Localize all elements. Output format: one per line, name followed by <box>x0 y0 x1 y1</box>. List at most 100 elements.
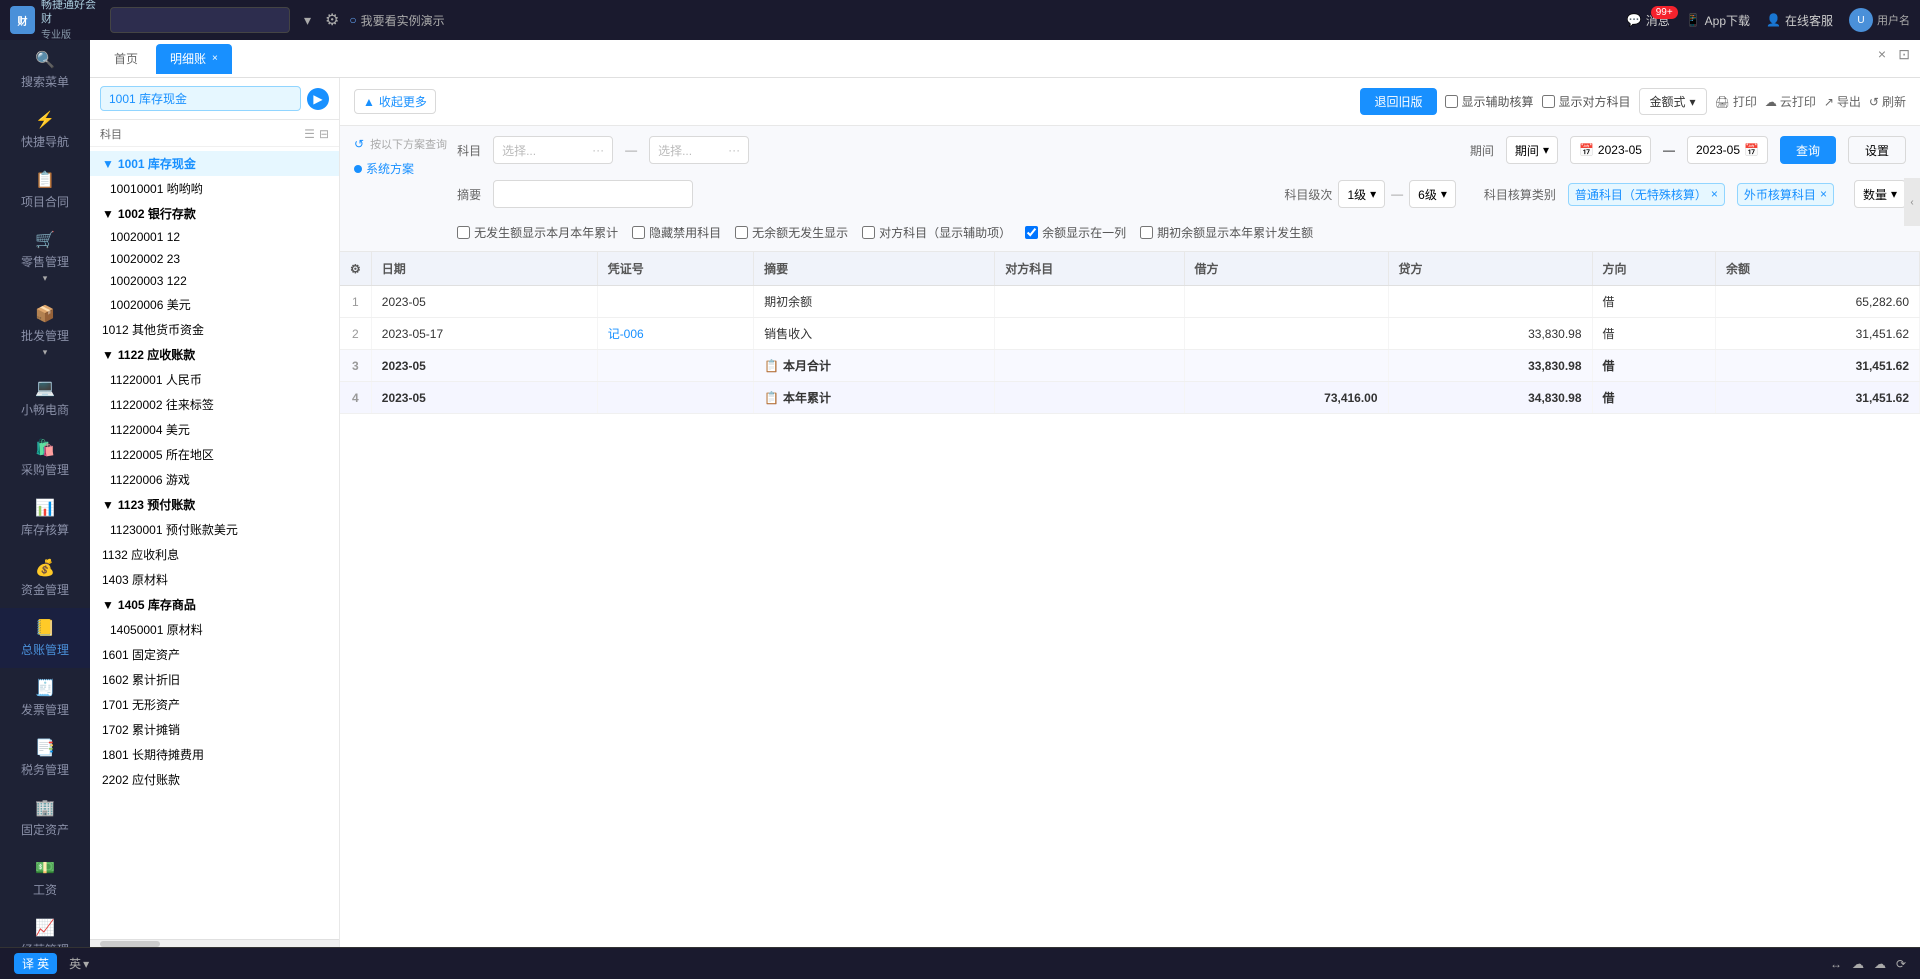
filter-option-no-balance[interactable]: 无发生额显示本月本年累计 <box>457 224 618 241</box>
quantity-select[interactable]: 数量 ▾ <box>1854 180 1906 208</box>
tree-list-view-btn[interactable]: ☰ <box>304 127 315 141</box>
sidebar-item-project[interactable]: 📋 项目合同 <box>0 160 90 220</box>
translate-btn[interactable]: 译 英 <box>14 953 57 974</box>
level-start-select[interactable]: 1级 ▾ <box>1338 180 1385 208</box>
counterpart-checkbox[interactable] <box>862 226 875 239</box>
subject-end-select[interactable]: 选择... ··· <box>649 136 749 164</box>
account-item-1602[interactable]: 1602 累计折旧 <box>90 667 339 692</box>
filter-option-no-amount[interactable]: 无余额无发生显示 <box>735 224 848 241</box>
subject-select[interactable]: 选择... ··· <box>493 136 613 164</box>
filter-option-opening[interactable]: 期初余额显示本年累计发生额 <box>1140 224 1313 241</box>
account-item-1122[interactable]: ▼ 1122 应收账款 <box>90 342 339 367</box>
account-item-1002[interactable]: ▼ 1002 银行存款 <box>90 201 339 226</box>
sidebar-item-wholesale[interactable]: 📦 批发管理 ▾ <box>0 294 90 368</box>
sidebar-item-invoice[interactable]: 🧾 发票管理 <box>0 668 90 728</box>
expand-btn[interactable]: ▲ 收起更多 <box>354 89 436 114</box>
no-amount-checkbox[interactable] <box>735 226 748 239</box>
filter-option-balance-col[interactable]: 余额显示在一列 <box>1025 224 1126 241</box>
no-balance-checkbox[interactable] <box>457 226 470 239</box>
sidebar-item-operations[interactable]: 📈 经营管理 <box>0 908 90 947</box>
account-item-14050001[interactable]: 14050001 原材料 <box>90 617 339 642</box>
demo-btn[interactable]: ○ 我要看实例演示 <box>349 12 444 29</box>
nav-dropdown-btn[interactable]: ▾ <box>300 10 315 31</box>
filter-settings-btn[interactable]: 设置 <box>1848 136 1906 164</box>
account-item-10020001[interactable]: 10020001 12 <box>90 226 339 248</box>
message-btn[interactable]: 💬 消息 99+ <box>1627 12 1670 29</box>
opening-checkbox[interactable] <box>1140 226 1153 239</box>
online-service-btn[interactable]: 👤 在线客服 <box>1766 12 1833 29</box>
refresh-btn[interactable]: ↺ 刷新 <box>1869 93 1906 110</box>
tree-filter-btn[interactable]: ⊟ <box>319 127 329 141</box>
left-panel-scrollbar-h[interactable] <box>90 939 339 947</box>
sidebar-item-search[interactable]: 🔍 搜索菜单 <box>0 40 90 100</box>
bottom-refresh-btn[interactable]: ⟳ <box>1896 957 1906 971</box>
summary-input[interactable] <box>493 180 693 208</box>
tab-detail[interactable]: 明细账 × <box>156 44 232 74</box>
app-download-btn[interactable]: 📱 App下载 <box>1686 12 1750 29</box>
account-item-1132[interactable]: 1132 应收利息 <box>90 542 339 567</box>
account-item-11220002[interactable]: 11220002 往来标签 <box>90 392 339 417</box>
user-profile[interactable]: U 用户名 <box>1849 8 1910 32</box>
topbar-search-input[interactable] <box>110 7 290 33</box>
account-item-10010001[interactable]: 10010001 哟哟哟 <box>90 176 339 201</box>
filter-tag-foreign[interactable]: 外币核算科目 × <box>1737 183 1834 206</box>
window-close-btn[interactable]: × <box>1878 46 1886 62</box>
settings-icon[interactable]: ⚙ <box>325 10 339 30</box>
show-counterpart-checkbox[interactable] <box>1542 95 1555 108</box>
export-btn[interactable]: ↗ 导出 <box>1824 93 1861 110</box>
voucher-link[interactable]: 记-006 <box>608 327 644 341</box>
sidebar-item-ledger[interactable]: 📒 总账管理 <box>0 608 90 668</box>
scheme-select-btn[interactable]: 系统方案 <box>366 160 414 177</box>
account-item-1123[interactable]: ▼ 1123 预付账款 <box>90 492 339 517</box>
account-item-10020002[interactable]: 10020002 23 <box>90 248 339 270</box>
sidebar-item-inventory[interactable]: 📊 库存核算 <box>0 488 90 548</box>
sidebar-item-quick-nav[interactable]: ⚡ 快捷导航 <box>0 100 90 160</box>
period-type-select[interactable]: 期间 ▾ <box>1506 136 1558 164</box>
account-item-1012[interactable]: 1012 其他货币资金 <box>90 317 339 342</box>
account-item-10020006[interactable]: 10020006 美元 <box>90 292 339 317</box>
account-nav-arrow[interactable]: ▶ <box>307 88 329 110</box>
back-old-version-btn[interactable]: 退回旧版 <box>1360 88 1436 115</box>
account-item-11220006[interactable]: 11220006 游戏 <box>90 467 339 492</box>
account-item-1403[interactable]: 1403 原材料 <box>90 567 339 592</box>
sidebar-item-salary[interactable]: 💵 工资 <box>0 848 90 908</box>
print-btn[interactable]: 🖨 打印 <box>1715 93 1757 110</box>
bottom-cloud2-btn[interactable]: ☁ <box>1874 957 1886 971</box>
account-item-11220001[interactable]: 11220001 人民币 <box>90 367 339 392</box>
tab-detail-close[interactable]: × <box>212 53 218 64</box>
bottom-cloud-btn[interactable]: ☁ <box>1852 957 1864 971</box>
account-item-1001[interactable]: ▼ 1001 库存现金 <box>90 151 339 176</box>
account-item-10020003[interactable]: 10020003 122 <box>90 270 339 292</box>
query-btn[interactable]: 查询 <box>1780 136 1836 164</box>
sidebar-item-tax[interactable]: 📑 税务管理 <box>0 728 90 788</box>
period-end-select[interactable]: 2023-05 📅 <box>1687 136 1768 164</box>
filter-tag-normal[interactable]: 普通科目（无特殊核算） × <box>1568 183 1725 206</box>
balance-col-checkbox[interactable] <box>1025 226 1038 239</box>
hide-disabled-checkbox[interactable] <box>632 226 645 239</box>
scheme-refresh-btn[interactable]: ↺ <box>354 137 364 151</box>
sidebar-item-capital[interactable]: 💰 资金管理 <box>0 548 90 608</box>
account-item-1702[interactable]: 1702 累计摊销 <box>90 717 339 742</box>
cloud-print-btn[interactable]: ☁ 云打印 <box>1765 93 1816 110</box>
sidebar-item-purchase[interactable]: 🛍️ 采购管理 <box>0 428 90 488</box>
filter-tag-foreign-close[interactable]: × <box>1820 187 1827 201</box>
style-btn[interactable]: 金额式 ▾ <box>1639 88 1707 115</box>
account-item-1701[interactable]: 1701 无形资产 <box>90 692 339 717</box>
account-item-1405[interactable]: ▼ 1405 库存商品 <box>90 592 339 617</box>
account-item-1601[interactable]: 1601 固定资产 <box>90 642 339 667</box>
filter-option-counterpart[interactable]: 对方科目（显示辅助项） <box>862 224 1011 241</box>
lang-switch-btn[interactable]: 英 ▾ <box>69 955 89 972</box>
tab-home[interactable]: 首页 <box>100 44 152 74</box>
col-settings[interactable]: ⚙ <box>340 252 371 286</box>
level-end-select[interactable]: 6级 ▾ <box>1409 180 1456 208</box>
sidebar-item-fixed-assets[interactable]: 🏢 固定资产 <box>0 788 90 848</box>
account-item-11220004[interactable]: 11220004 美元 <box>90 417 339 442</box>
window-maximize-btn[interactable]: ⊡ <box>1898 46 1910 63</box>
account-item-2202[interactable]: 2202 应付账款 <box>90 767 339 792</box>
filter-option-hide-disabled[interactable]: 隐藏禁用科目 <box>632 224 721 241</box>
show-auxiliary-checkbox[interactable] <box>1445 95 1458 108</box>
account-item-1801[interactable]: 1801 长期待摊费用 <box>90 742 339 767</box>
account-item-11230001[interactable]: 11230001 预付账款美元 <box>90 517 339 542</box>
filter-tag-normal-close[interactable]: × <box>1711 187 1718 201</box>
bottom-arrow-btn[interactable]: ↔ <box>1830 957 1842 971</box>
